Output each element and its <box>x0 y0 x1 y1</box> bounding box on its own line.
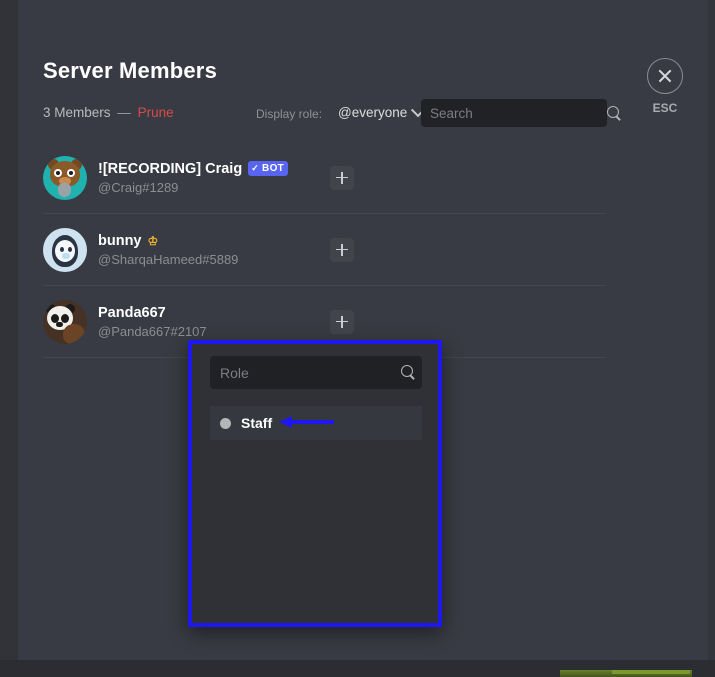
member-name-row: bunny ♔ <box>98 232 313 250</box>
member-tag: @SharqaHameed#5889 <box>98 251 239 267</box>
separator-dash: — <box>117 105 131 120</box>
display-role-value: @everyone <box>338 105 408 120</box>
avatar-arm <box>63 323 85 344</box>
search-icon <box>401 365 416 380</box>
left-edge-strip <box>0 0 18 660</box>
role-picker-popup: Staff <box>188 340 442 627</box>
arrow-shaft <box>290 420 334 424</box>
microphone-icon <box>58 182 71 197</box>
member-count-text: 3 Members <box>43 105 111 120</box>
avatar-eye-right <box>61 313 69 323</box>
member-info: Panda667 @Panda667#2107 <box>98 304 313 340</box>
display-role-dropdown[interactable]: @everyone <box>338 102 426 120</box>
bottom-green-highlight <box>612 670 690 674</box>
verified-check-icon: ✓ <box>251 163 260 173</box>
member-list: ![RECORDING] Craig ✓ BOT @Craig#1289 bun… <box>43 142 606 358</box>
avatar-craig <box>43 155 87 200</box>
avatar-eye-right <box>67 168 75 177</box>
search-input[interactable] <box>430 105 607 121</box>
add-role-button[interactable] <box>330 309 354 334</box>
member-info: ![RECORDING] Craig ✓ BOT @Craig#1289 <box>98 160 313 196</box>
role-color-dot <box>220 417 231 429</box>
role-option-label: Staff <box>241 415 273 431</box>
page-title: Server Members <box>43 58 218 83</box>
display-role-label: Display role: <box>256 107 323 121</box>
crown-icon: ♔ <box>147 233 159 248</box>
member-name: Panda667 <box>98 304 166 321</box>
right-edge-strip <box>708 0 715 660</box>
avatar-bunny <box>43 227 87 272</box>
member-name: ![RECORDING] Craig <box>98 160 243 177</box>
member-tag: @Panda667#2107 <box>98 323 207 339</box>
role-search-box[interactable] <box>210 356 422 389</box>
close-icon[interactable] <box>647 58 683 94</box>
member-search-box[interactable] <box>421 99 619 127</box>
avatar-panda <box>43 299 87 344</box>
avatar-beak <box>62 252 70 259</box>
avatar-eye-right <box>68 246 72 252</box>
member-tag: @Craig#1289 <box>98 179 179 195</box>
annotation-arrow-left <box>279 416 334 428</box>
close-control[interactable]: ESC <box>645 58 685 115</box>
search-icon <box>607 105 622 121</box>
role-search-input[interactable] <box>220 364 401 381</box>
member-count-line: 3 Members — Prune <box>43 105 174 120</box>
prune-link[interactable]: Prune <box>138 105 174 120</box>
add-role-button[interactable] <box>330 165 354 190</box>
server-members-modal: Server Members 3 Members — Prune Display… <box>0 0 715 677</box>
table-row[interactable]: ![RECORDING] Craig ✓ BOT @Craig#1289 <box>43 142 606 214</box>
member-name-row: Panda667 <box>98 304 313 322</box>
esc-label: ESC <box>652 101 678 115</box>
bot-badge: ✓ BOT <box>248 161 289 176</box>
member-info: bunny ♔ @SharqaHameed#5889 <box>98 232 313 268</box>
member-name-row: ![RECORDING] Craig ✓ BOT <box>98 160 313 178</box>
avatar-nose <box>56 321 63 327</box>
table-row[interactable]: bunny ♔ @SharqaHameed#5889 <box>43 214 606 286</box>
avatar-eye-left <box>60 246 64 252</box>
add-role-button[interactable] <box>330 237 354 262</box>
avatar-eye-left <box>54 168 62 177</box>
member-name: bunny <box>98 232 142 249</box>
bot-badge-label: BOT <box>262 163 285 174</box>
